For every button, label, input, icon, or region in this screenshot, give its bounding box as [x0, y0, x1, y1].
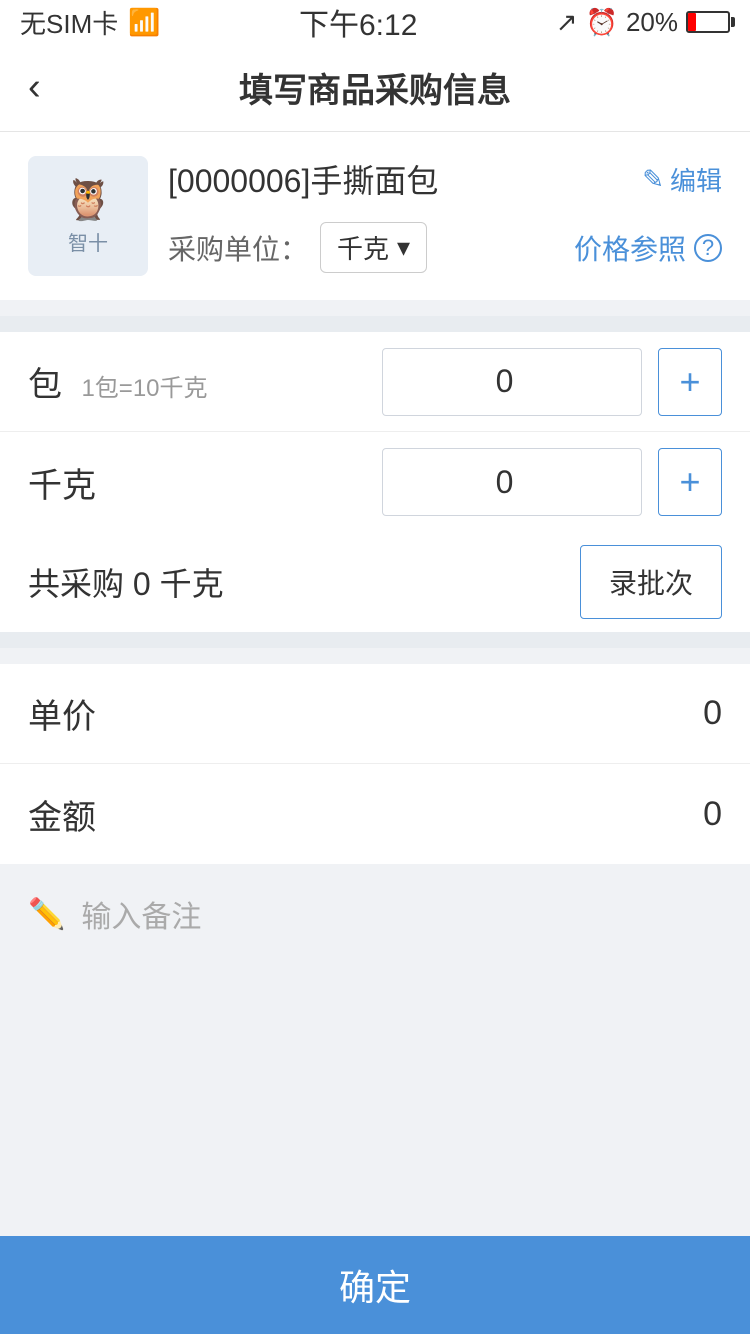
summary-row: 共采购 0 千克 录批次	[0, 532, 750, 632]
edit-icon: ✎	[642, 164, 664, 195]
input-section: 包 1包=10千克 + 千克 +	[0, 332, 750, 532]
input-row-kg: 千克 +	[0, 432, 750, 532]
kg-plus-button[interactable]: +	[658, 448, 722, 516]
unit-row: 采购单位： 千克 ▾ 价格参照 ?	[168, 222, 722, 273]
chevron-down-icon: ▾	[397, 232, 410, 263]
section-divider-2	[0, 632, 750, 648]
bao-input-wrap: +	[208, 348, 722, 416]
bao-label-text: 包	[28, 366, 62, 404]
content-area: 🦉 智十 [0000006]手撕面包 ✎ 编辑 采购单位： 千克 ▾	[0, 132, 750, 1184]
edit-label: 编辑	[670, 161, 722, 198]
confirm-button[interactable]: 确定	[0, 1236, 750, 1334]
battery-icon	[686, 11, 730, 33]
carrier-text: 无SIM卡	[20, 4, 118, 41]
input-label-bao: 包 1包=10千克	[28, 357, 208, 406]
price-row-amount: 金额 0	[0, 764, 750, 864]
summary-num: 0	[133, 566, 151, 602]
product-name-row: [0000006]手撕面包 ✎ 编辑	[168, 156, 722, 202]
unit-price-value: 0	[703, 694, 722, 733]
price-row-unit: 单价 0	[0, 664, 750, 764]
kg-input[interactable]	[382, 448, 642, 516]
kg-label-text: 千克	[28, 467, 96, 505]
price-ref-help-icon: ?	[694, 234, 722, 262]
section-divider-1	[0, 316, 750, 332]
page-title: 填写商品采购信息	[239, 63, 511, 112]
unit-select[interactable]: 千克 ▾	[320, 222, 427, 273]
nav-bar: ‹ 填写商品采购信息	[0, 44, 750, 132]
unit-label-text: 采购单位：	[168, 228, 308, 268]
notes-placeholder: 输入备注	[81, 892, 201, 936]
status-bar: 无SIM卡 📶 下午6:12 ↗ ⏰ 20%	[0, 0, 750, 44]
location-icon: ↗	[556, 7, 578, 38]
summary-label: 共采购	[28, 566, 124, 602]
unit-label: 采购单位： 千克 ▾	[168, 222, 427, 273]
input-label-kg: 千克	[28, 458, 168, 507]
status-time: 下午6:12	[299, 0, 417, 44]
unit-value: 千克	[337, 229, 389, 266]
pencil-icon: ✏️	[28, 897, 65, 932]
record-batch-button[interactable]: 录批次	[580, 545, 722, 619]
alarm-icon: ⏰	[586, 7, 618, 38]
summary-unit-text: 千克	[160, 566, 224, 602]
unit-price-label: 单价	[28, 689, 96, 738]
product-thumbnail: 🦉 智十	[28, 156, 148, 276]
bao-sublabel: 1包=10千克	[81, 375, 207, 402]
notes-section[interactable]: ✏️ 输入备注	[0, 864, 750, 964]
status-right: ↗ ⏰ 20%	[556, 7, 730, 38]
summary-section: 共采购 0 千克 录批次	[0, 532, 750, 632]
summary-text: 共采购 0 千克	[28, 559, 224, 605]
product-thumb-label: 智十	[68, 227, 108, 256]
amount-value: 0	[703, 795, 722, 834]
status-left: 无SIM卡 📶	[20, 4, 161, 41]
bottom-spacer	[0, 964, 750, 1184]
wifi-icon: 📶	[128, 7, 160, 38]
battery-fill	[688, 13, 696, 31]
price-section: 单价 0 金额 0	[0, 664, 750, 864]
bao-plus-button[interactable]: +	[658, 348, 722, 416]
edit-button[interactable]: ✎ 编辑	[642, 161, 722, 198]
amount-label: 金额	[28, 790, 96, 839]
input-row-bao: 包 1包=10千克 +	[0, 332, 750, 432]
product-thumb-owl-icon: 🦉	[63, 176, 113, 223]
bao-input[interactable]	[382, 348, 642, 416]
battery-percentage: 20%	[626, 7, 678, 38]
price-ref-button[interactable]: 价格参照 ?	[574, 228, 722, 268]
back-button[interactable]: ‹	[28, 66, 41, 109]
product-full-name: [0000006]手撕面包	[168, 156, 438, 202]
product-card: 🦉 智十 [0000006]手撕面包 ✎ 编辑 采购单位： 千克 ▾	[0, 132, 750, 300]
kg-input-wrap: +	[168, 448, 722, 516]
product-info: [0000006]手撕面包 ✎ 编辑 采购单位： 千克 ▾ 价格参照 ?	[168, 156, 722, 273]
price-ref-label: 价格参照	[574, 228, 686, 268]
